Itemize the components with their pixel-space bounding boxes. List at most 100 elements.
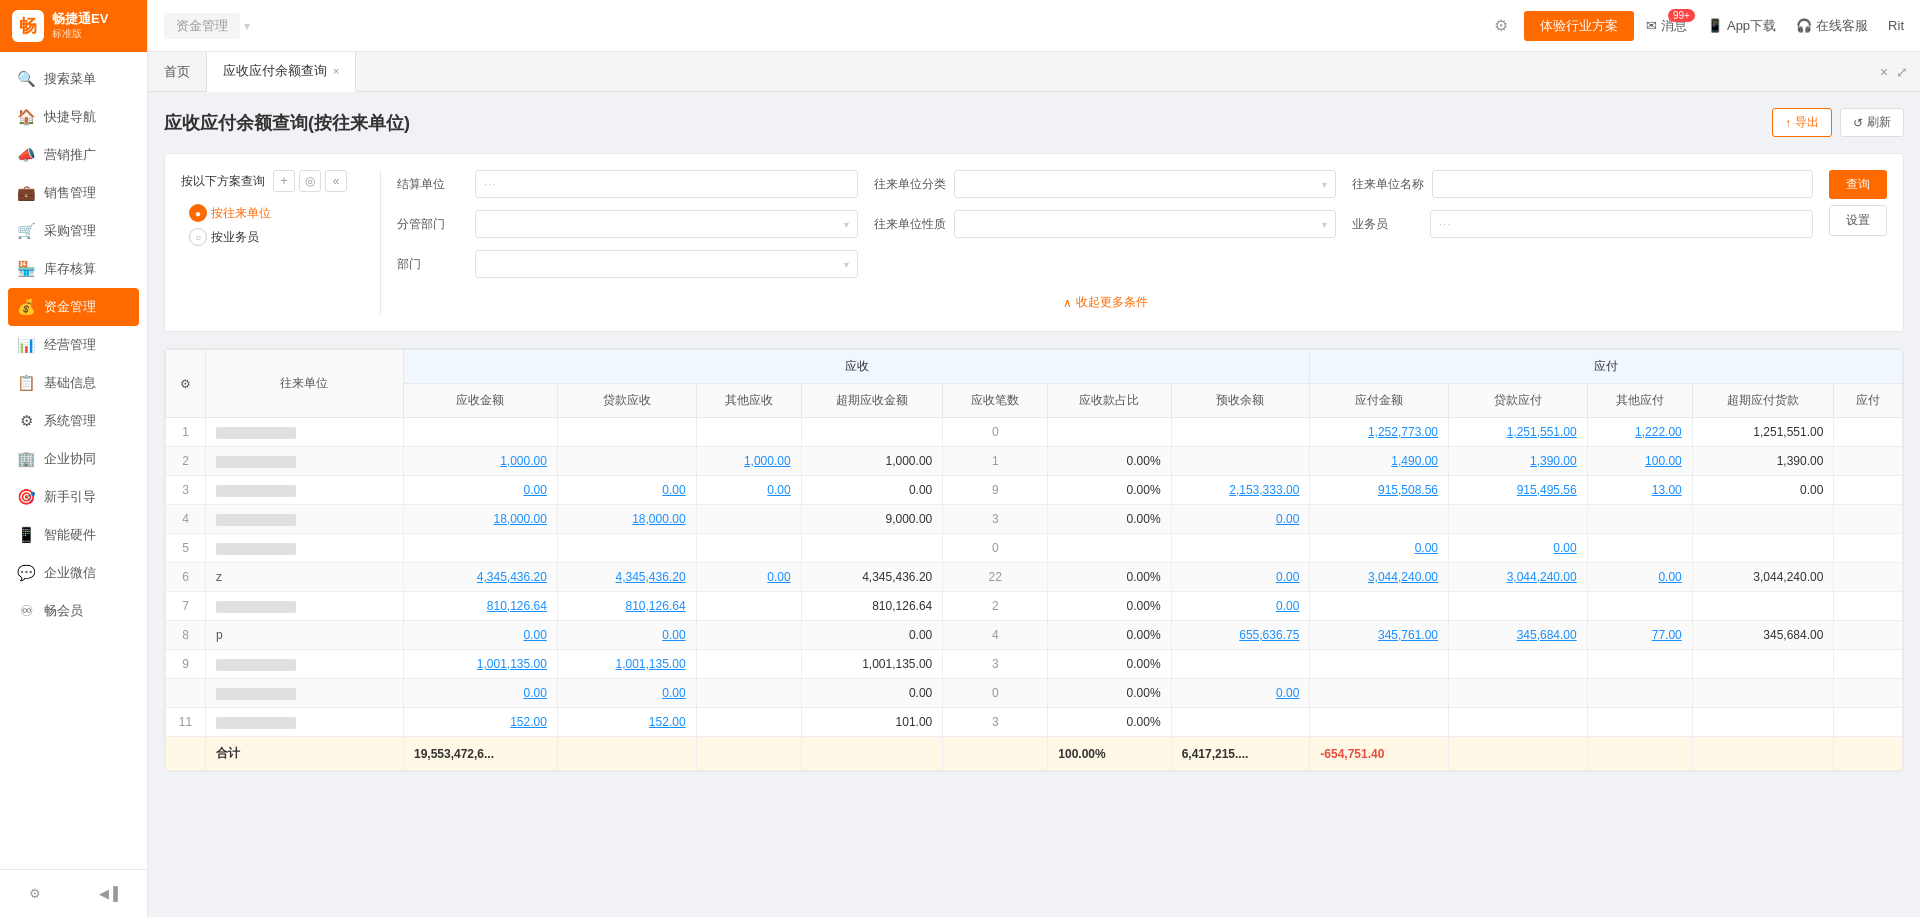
salesman-input[interactable]: ··· — [1430, 210, 1813, 238]
table-cell[interactable]: 1,001,135.00 — [403, 650, 557, 679]
window-close-btn[interactable]: × — [1880, 64, 1888, 80]
table-cell[interactable]: 100.00 — [1587, 447, 1692, 476]
sidebar-label-purchase: 采购管理 — [44, 222, 96, 240]
scheme-collapse-btn[interactable]: « — [325, 170, 347, 192]
sidebar-item-wechat[interactable]: 💬企业微信 — [0, 554, 147, 592]
sidebar-item-hardware[interactable]: 📱智能硬件 — [0, 516, 147, 554]
table-cell[interactable]: 1,000.00 — [696, 447, 801, 476]
table-cell[interactable]: 0.00 — [1171, 592, 1310, 621]
table-cell[interactable]: 0.00 — [557, 621, 696, 650]
table-cell[interactable]: 0.00 — [557, 679, 696, 708]
sidebar-label-basic: 基础信息 — [44, 374, 96, 392]
table-cell[interactable]: 0.00 — [696, 476, 801, 505]
table-cell[interactable]: 345,761.00 — [1310, 621, 1449, 650]
filter-partner-nature: 往来单位性质 ▾ — [874, 210, 1335, 238]
table-cell[interactable]: 0.00 — [1171, 563, 1310, 592]
table-cell[interactable]: 1,490.00 — [1310, 447, 1449, 476]
division-input[interactable]: ▾ — [475, 250, 858, 278]
table-cell[interactable]: 915,495.56 — [1449, 476, 1588, 505]
sidebar-item-search[interactable]: 🔍搜索菜单 — [0, 60, 147, 98]
partner-name-input[interactable] — [1432, 170, 1813, 198]
set-button[interactable]: 设置 — [1829, 205, 1887, 236]
table-cell[interactable]: 0.00 — [1171, 505, 1310, 534]
settlement-input[interactable]: ··· — [475, 170, 858, 198]
sidebar-item-operation[interactable]: 📊经营管理 — [0, 326, 147, 364]
sidebar-item-guide[interactable]: 🎯新手引导 — [0, 478, 147, 516]
export-button[interactable]: ↑ 导出 — [1772, 108, 1832, 137]
table-cell[interactable]: 152.00 — [403, 708, 557, 737]
table-cell[interactable]: 0.00 — [1587, 563, 1692, 592]
sidebar-item-quicknav[interactable]: 🏠快捷导航 — [0, 98, 147, 136]
table-cell[interactable]: 152.00 — [557, 708, 696, 737]
topbar-user[interactable]: Rit — [1888, 18, 1904, 33]
sidebar-label-wechat: 企业微信 — [44, 564, 96, 582]
table-cell[interactable]: 1,001,135.00 — [557, 650, 696, 679]
table-cell[interactable]: 1,251,551.00 — [1449, 418, 1588, 447]
collapse-button[interactable]: ∧ 收起更多条件 — [397, 290, 1813, 315]
table-cell[interactable]: 1,222.00 — [1587, 418, 1692, 447]
table-cell[interactable]: 0.00 — [1310, 534, 1449, 563]
table-cell[interactable]: 0.00 — [403, 621, 557, 650]
table-cell[interactable]: 810,126.64 — [403, 592, 557, 621]
table-cell[interactable]: 655,636.75 — [1171, 621, 1310, 650]
table-cell[interactable]: 2,153,333.00 — [1171, 476, 1310, 505]
tab-receivable[interactable]: 应收应付余额查询 × — [207, 52, 356, 92]
sidebar-item-marketing[interactable]: 📣营销推广 — [0, 136, 147, 174]
table-cell — [1834, 563, 1903, 592]
sidebar-item-basic[interactable]: 📋基础信息 — [0, 364, 147, 402]
scheme-option-partner[interactable]: ● 按往来单位 — [189, 204, 364, 222]
refresh-button[interactable]: ↺ 刷新 — [1840, 108, 1904, 137]
table-cell[interactable]: 3,044,240.00 — [1449, 563, 1588, 592]
table-settings-icon[interactable]: ⚙ — [180, 377, 191, 391]
sidebar-settings-btn[interactable]: ⚙ — [25, 882, 45, 905]
sidebar-item-member[interactable]: ♾畅会员 — [0, 592, 147, 630]
sidebar-item-enterprise[interactable]: 🏢企业协同 — [0, 440, 147, 478]
sidebar-item-capital[interactable]: 💰资金管理 — [8, 288, 139, 326]
sidebar-item-sales[interactable]: 💼销售管理 — [0, 174, 147, 212]
table-cell — [1834, 708, 1903, 737]
table-cell[interactable]: 0.00 — [403, 476, 557, 505]
topbar-service[interactable]: 🎧 在线客服 — [1796, 17, 1868, 35]
table-cell: 3,044,240.00 — [1692, 563, 1834, 592]
table-cell[interactable]: 0.00 — [696, 563, 801, 592]
fullscreen-btn[interactable]: ⤢ — [1896, 64, 1908, 80]
table-cell[interactable]: 0.00 — [403, 679, 557, 708]
sidebar-item-inventory[interactable]: 🏪库存核算 — [0, 250, 147, 288]
table-cell[interactable]: 13.00 — [1587, 476, 1692, 505]
table-cell — [1834, 650, 1903, 679]
sidebar-item-system[interactable]: ⚙系统管理 — [0, 402, 147, 440]
table-cell[interactable]: 0.00 — [1171, 679, 1310, 708]
table-cell[interactable]: 4,345,436.20 — [403, 563, 557, 592]
dept-input[interactable]: ▾ — [475, 210, 858, 238]
table-cell[interactable]: 1,390.00 — [1449, 447, 1588, 476]
partner-nature-input[interactable]: ▾ — [954, 210, 1335, 238]
table-cell[interactable]: 345,684.00 — [1449, 621, 1588, 650]
partner-category-input[interactable]: ▾ — [954, 170, 1335, 198]
table-cell[interactable]: 18,000.00 — [403, 505, 557, 534]
table-cell: 345,684.00 — [1692, 621, 1834, 650]
table-cell[interactable]: 18,000.00 — [557, 505, 696, 534]
topbar-app-download[interactable]: 📱 App下载 — [1707, 17, 1776, 35]
table-cell[interactable]: 0.00 — [557, 476, 696, 505]
col-ap-loan: 贷款应付 — [1449, 384, 1588, 418]
table-cell[interactable]: 4,345,436.20 — [557, 563, 696, 592]
table-cell[interactable]: 3,044,240.00 — [1310, 563, 1449, 592]
scheme-settings-btn[interactable]: ◎ — [299, 170, 321, 192]
solution-button[interactable]: 体验行业方案 — [1524, 11, 1634, 41]
scheme-option-salesman[interactable]: ○ 按业务员 — [189, 228, 364, 246]
tab-home[interactable]: 首页 — [148, 52, 207, 91]
scheme-add-btn[interactable]: + — [273, 170, 295, 192]
sidebar-collapse-btn[interactable]: ◀▐ — [95, 882, 122, 905]
table-cell[interactable]: 1,252,773.00 — [1310, 418, 1449, 447]
sidebar-item-purchase[interactable]: 🛒采购管理 — [0, 212, 147, 250]
table-cell[interactable]: 1,000.00 — [403, 447, 557, 476]
table-cell[interactable]: 810,126.64 — [557, 592, 696, 621]
table-cell[interactable]: 915,508.56 — [1310, 476, 1449, 505]
tab-close-icon[interactable]: × — [333, 65, 339, 77]
table-cell[interactable]: 77.00 — [1587, 621, 1692, 650]
query-button[interactable]: 查询 — [1829, 170, 1887, 199]
scheme-label: 按以下方案查询 — [181, 173, 265, 190]
topbar-settings-icon[interactable]: ⚙ — [1490, 12, 1512, 39]
table-cell[interactable]: 0.00 — [1449, 534, 1588, 563]
topbar-message[interactable]: ✉ 消息 99+ — [1646, 17, 1687, 35]
